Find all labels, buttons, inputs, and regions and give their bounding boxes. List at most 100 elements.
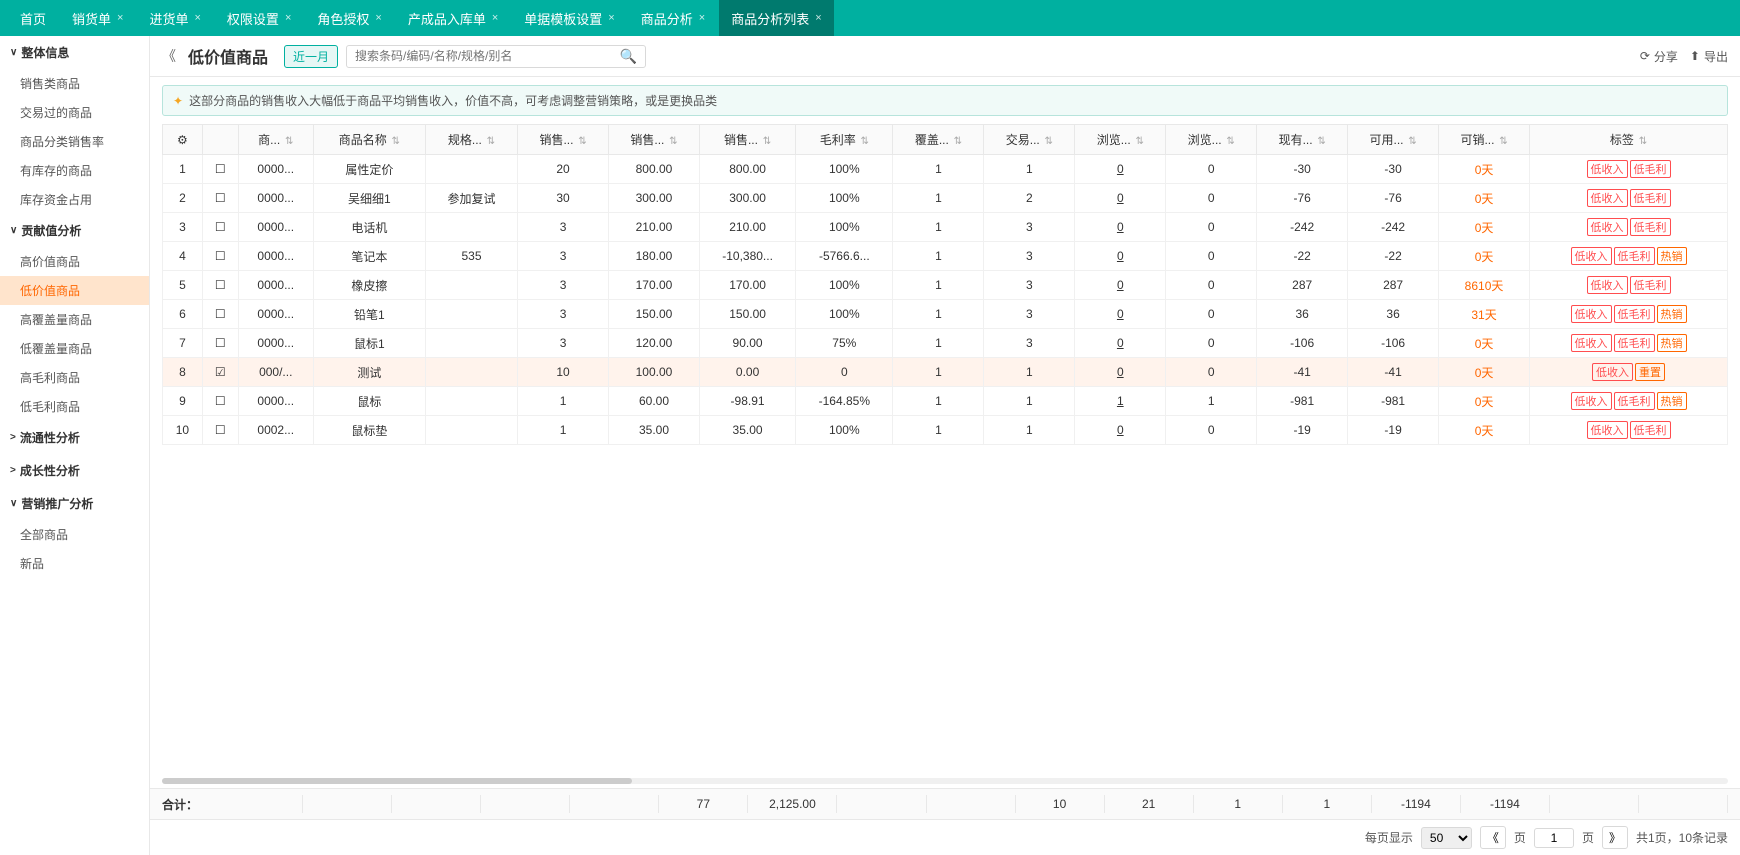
col-header-sales_qty[interactable]: 销售... ⇅ — [518, 125, 609, 155]
close-icon[interactable]: × — [608, 12, 614, 24]
row-browse2: 0 — [1166, 416, 1257, 445]
col-header-browse1[interactable]: 浏览... ⇅ — [1075, 125, 1166, 155]
col-header-sales_avg[interactable]: 销售... ⇅ — [699, 125, 795, 155]
search-input[interactable] — [355, 49, 620, 63]
sidebar-section-流通性分析[interactable]: >流通性分析 — [0, 421, 149, 454]
row-checkbox[interactable]: ☐ — [202, 329, 238, 358]
nav-item-产成品入库单[interactable]: 产成品入库单× — [396, 0, 510, 36]
tag-低毛利: 低毛利 — [1630, 218, 1671, 236]
row-saleable: 0天 — [1439, 416, 1530, 445]
row-checkbox[interactable]: ☐ — [202, 387, 238, 416]
sidebar-item-低毛利商品[interactable]: 低毛利商品 — [0, 392, 149, 421]
search-icon[interactable]: 🔍 — [620, 48, 637, 65]
sidebar-item-商品分类销售率[interactable]: 商品分类销售率 — [0, 127, 149, 156]
nav-item-销货单[interactable]: 销货单× — [60, 0, 135, 36]
row-browse1-link[interactable]: 0 — [1117, 336, 1124, 350]
row-browse1-link[interactable]: 0 — [1117, 423, 1124, 437]
row-checkbox[interactable]: ☑ — [202, 358, 238, 387]
row-checkbox[interactable]: ☐ — [202, 184, 238, 213]
row-checkbox[interactable]: ☐ — [202, 271, 238, 300]
col-header-name[interactable]: 商品名称 ⇅ — [313, 125, 425, 155]
tag-重置: 重置 — [1635, 363, 1665, 381]
nav-item-进货单[interactable]: 进货单× — [137, 0, 212, 36]
row-checkbox[interactable]: ☐ — [202, 155, 238, 184]
nav-item-商品分析[interactable]: 商品分析× — [629, 0, 717, 36]
sidebar-section-营销推广分析[interactable]: ∨营销推广分析 — [0, 487, 149, 520]
row-available-stock: -981 — [1348, 387, 1439, 416]
sidebar-section-成长性分析[interactable]: >成长性分析 — [0, 454, 149, 487]
per-page-select[interactable]: 50 100 — [1421, 827, 1472, 849]
sidebar-item-高覆盖量商品[interactable]: 高覆盖量商品 — [0, 305, 149, 334]
sidebar-item-高毛利商品[interactable]: 高毛利商品 — [0, 363, 149, 392]
col-header-gross_margin[interactable]: 毛利率 ⇅ — [796, 125, 893, 155]
row-no: 7 — [163, 329, 203, 358]
share-btn[interactable]: ⟳ 分享 — [1640, 48, 1678, 65]
nav-item-商品分析列表[interactable]: 商品分析列表× — [719, 0, 833, 36]
sort-icon-saleable: ⇅ — [1496, 136, 1507, 147]
row-browse1-link[interactable]: 0 — [1117, 278, 1124, 292]
row-gross-margin: 100% — [796, 213, 893, 242]
row-saleable: 8610天 — [1439, 271, 1530, 300]
close-icon[interactable]: × — [492, 12, 498, 24]
row-saleable: 0天 — [1439, 358, 1530, 387]
nav-item-权限设置[interactable]: 权限设置× — [215, 0, 303, 36]
row-tags: 低收入低毛利热销 — [1530, 329, 1728, 358]
nav-item-单据模板设置[interactable]: 单据模板设置× — [512, 0, 626, 36]
sidebar-item-低覆盖量商品[interactable]: 低覆盖量商品 — [0, 334, 149, 363]
sidebar-item-高价值商品[interactable]: 高价值商品 — [0, 247, 149, 276]
row-checkbox[interactable]: ☐ — [202, 242, 238, 271]
col-header-coverage[interactable]: 覆盖... ⇅ — [893, 125, 984, 155]
collapse-btn[interactable]: 《 — [162, 46, 176, 66]
row-browse2: 0 — [1166, 329, 1257, 358]
col-header-checkbox — [202, 125, 238, 155]
next-page-btn[interactable]: 》 — [1602, 826, 1628, 849]
row-browse1-link[interactable]: 0 — [1117, 249, 1124, 263]
col-header-browse2[interactable]: 浏览... ⇅ — [1166, 125, 1257, 155]
sidebar-item-全部商品[interactable]: 全部商品 — [0, 520, 149, 549]
nav-item-角色授权[interactable]: 角色授权× — [305, 0, 393, 36]
sidebar-section-整体信息[interactable]: ∨整体信息 — [0, 36, 149, 69]
footer-bar: 合计： 772,125.00102111-1194-1194 — [150, 788, 1740, 819]
col-header-available_stock[interactable]: 可用... ⇅ — [1348, 125, 1439, 155]
nav-item-首页[interactable]: 首页 — [8, 0, 58, 36]
row-browse1-link[interactable]: 0 — [1117, 220, 1124, 234]
col-header-transaction[interactable]: 交易... ⇅ — [984, 125, 1075, 155]
col-header-sales_amount[interactable]: 销售... ⇅ — [609, 125, 700, 155]
first-page-btn[interactable]: 《 — [1480, 826, 1506, 849]
per-page-label: 每页显示 — [1365, 829, 1413, 846]
sidebar-section-贡献值分析[interactable]: ∨贡献值分析 — [0, 214, 149, 247]
sidebar-item-有库存的商品[interactable]: 有库存的商品 — [0, 156, 149, 185]
sidebar-item-交易过的商品[interactable]: 交易过的商品 — [0, 98, 149, 127]
page-input[interactable] — [1534, 828, 1574, 848]
row-checkbox[interactable]: ☐ — [202, 300, 238, 329]
row-browse1-link[interactable]: 0 — [1117, 365, 1124, 379]
sidebar-item-库存资金占用[interactable]: 库存资金占用 — [0, 185, 149, 214]
sidebar-item-新品[interactable]: 新品 — [0, 549, 149, 578]
close-icon[interactable]: × — [815, 12, 821, 24]
row-browse1-link[interactable]: 0 — [1117, 307, 1124, 321]
row-checkbox[interactable]: ☐ — [202, 213, 238, 242]
col-header-tags[interactable]: 标签 ⇅ — [1530, 125, 1728, 155]
close-icon[interactable]: × — [699, 12, 705, 24]
row-checkbox[interactable]: ☐ — [202, 416, 238, 445]
close-icon[interactable]: × — [194, 12, 200, 24]
col-header-current_stock[interactable]: 现有... ⇅ — [1257, 125, 1348, 155]
row-coverage: 1 — [893, 184, 984, 213]
scrollbar-track[interactable] — [162, 778, 1728, 784]
sidebar-item-销售类商品[interactable]: 销售类商品 — [0, 69, 149, 98]
col-header-spec[interactable]: 规格... ⇅ — [425, 125, 517, 155]
close-icon[interactable]: × — [285, 12, 291, 24]
col-header-code[interactable]: 商... ⇅ — [238, 125, 313, 155]
tag-低毛利: 低毛利 — [1630, 276, 1671, 294]
row-browse1-link[interactable]: 1 — [1117, 394, 1124, 408]
close-icon[interactable]: × — [117, 12, 123, 24]
row-sales-qty: 10 — [518, 358, 609, 387]
row-browse1-link[interactable]: 0 — [1117, 191, 1124, 205]
close-icon[interactable]: × — [375, 12, 381, 24]
filter-btn[interactable]: 近一月 — [284, 45, 338, 68]
sidebar-item-低价值商品[interactable]: 低价值商品 — [0, 276, 149, 305]
row-browse1-link[interactable]: 0 — [1117, 162, 1124, 176]
row-sales-qty: 3 — [518, 300, 609, 329]
col-header-saleable[interactable]: 可销... ⇅ — [1439, 125, 1530, 155]
export-btn[interactable]: ⬆ 导出 — [1690, 48, 1728, 65]
